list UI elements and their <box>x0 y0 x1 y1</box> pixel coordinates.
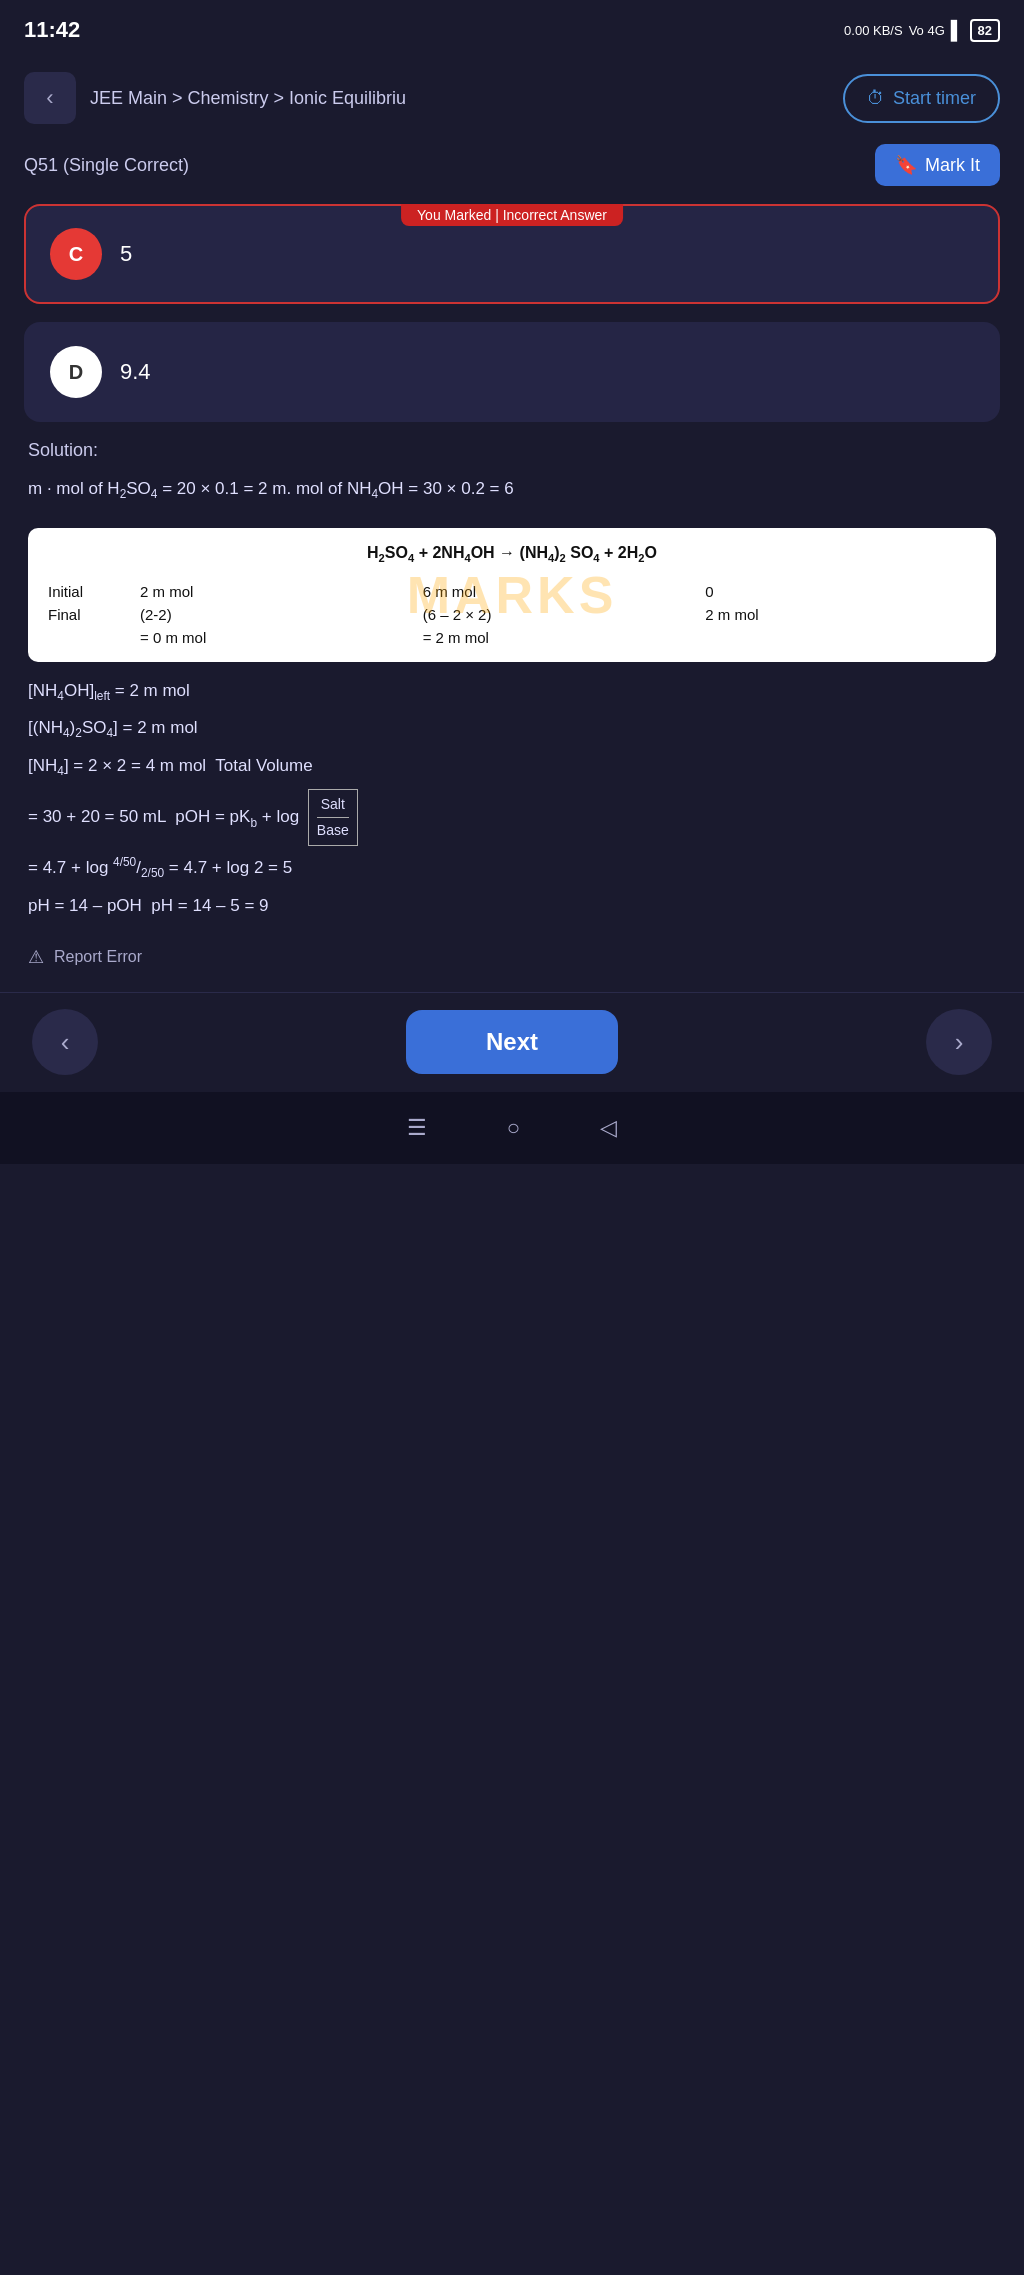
report-error-button[interactable]: ⚠ Report Error <box>28 946 996 992</box>
solution-line-6: pH = 14 – pOH pH = 14 – 5 = 9 <box>28 891 996 922</box>
solution-line-5: = 4.7 + log 4/50/2/50 = 4.7 + log 2 = 5 <box>28 852 996 884</box>
bookmark-icon: 🔖 <box>895 154 917 176</box>
header-row: ‹ JEE Main > Chemistry > Ionic Equilibri… <box>24 72 1000 124</box>
back-button[interactable]: ‹ <box>24 72 76 124</box>
option-c-badge: C <box>50 228 102 280</box>
grid-result-col1: = 0 m mol <box>140 629 411 646</box>
forward-icon: › <box>955 1027 964 1058</box>
solution-intro-text: m · mol of H2SO4 = 20 × 0.1 = 2 m. mol o… <box>28 475 996 504</box>
grid-final-col1: (2-2) <box>140 606 411 623</box>
status-bar: 11:42 0.00 KB/S Vo 4G ▌ 82 <box>0 0 1024 56</box>
grid-final-col3: 2 m mol <box>705 606 976 623</box>
solution-line-3: [NH4] = 2 × 2 = 4 m mol Total Volume <box>28 751 996 783</box>
mark-it-label: Mark It <box>925 155 980 176</box>
warning-icon: ⚠ <box>28 946 44 968</box>
solution-line-4: = 30 + 20 = 50 mL pOH = pKb + log Salt B… <box>28 789 996 846</box>
grid-result-col3 <box>705 629 976 646</box>
timer-icon: ⏱ <box>867 88 885 109</box>
prev-button[interactable]: ‹ <box>32 1009 98 1075</box>
network-indicator: 0.00 KB/S <box>844 23 903 38</box>
fraction-numerator: Salt <box>321 792 345 817</box>
option-d-value: 9.4 <box>120 359 151 385</box>
wifi-icon: ▌ <box>951 20 964 41</box>
grid-initial-col2: 6 m mol <box>423 583 694 600</box>
grid-initial-label: Initial <box>48 583 128 600</box>
grid-initial-col1: 2 m mol <box>140 583 411 600</box>
grid-final-col2: (6 – 2 × 2) <box>423 606 694 623</box>
grid-final-label: Final <box>48 606 128 623</box>
fraction-denominator: Base <box>317 818 349 843</box>
start-timer-label: Start timer <box>893 88 976 109</box>
forward-button[interactable]: › <box>926 1009 992 1075</box>
chem-grid: Initial 2 m mol 6 m mol 0 Final (2-2) (6… <box>48 577 976 646</box>
system-bar: ☰ ○ ◁ <box>0 1092 1024 1164</box>
option-d-badge: D <box>50 346 102 398</box>
breadcrumb: JEE Main > Chemistry > Ionic Equilibriu <box>90 88 843 109</box>
reaction-equation: H2SO4 + 2NH4OH → (NH4)2 SO4 + 2H2O <box>48 544 976 564</box>
signal-indicator: Vo 4G <box>909 23 945 38</box>
home-icon: ○ <box>507 1115 520 1141</box>
grid-initial-col3: 0 <box>705 583 976 600</box>
battery-badge: 82 <box>970 19 1000 42</box>
menu-icon: ☰ <box>407 1115 427 1141</box>
next-button[interactable]: Next <box>406 1010 618 1074</box>
mark-it-button[interactable]: 🔖 Mark It <box>875 144 1000 186</box>
status-time: 11:42 <box>24 17 80 43</box>
solution-label: Solution: <box>28 440 996 461</box>
solution-line-1: [NH4OH]left = 2 m mol <box>28 676 996 708</box>
chem-table: H2SO4 + 2NH4OH → (NH4)2 SO4 + 2H2O Initi… <box>28 528 996 661</box>
grid-result-col2: = 2 m mol <box>423 629 694 646</box>
bottom-nav: ‹ Next › <box>0 992 1024 1092</box>
option-d-card[interactable]: D 9.4 <box>24 322 1000 422</box>
prev-icon: ‹ <box>61 1027 70 1058</box>
system-back-icon: ◁ <box>600 1115 617 1141</box>
question-label-row: Q51 (Single Correct) 🔖 Mark It <box>24 144 1000 186</box>
option-c-card[interactable]: You Marked | Incorrect Answer C 5 <box>24 204 1000 304</box>
solution-line-2: [(NH4)2SO4] = 2 m mol <box>28 713 996 745</box>
grid-result-label <box>48 629 128 646</box>
you-marked-banner: You Marked | Incorrect Answer <box>401 204 623 226</box>
question-label: Q51 (Single Correct) <box>24 155 189 176</box>
main-content: ‹ JEE Main > Chemistry > Ionic Equilibri… <box>0 72 1024 992</box>
report-error-label: Report Error <box>54 948 142 966</box>
option-c-value: 5 <box>120 241 132 267</box>
back-icon: ‹ <box>46 85 53 111</box>
chem-table-wrapper: H2SO4 + 2NH4OH → (NH4)2 SO4 + 2H2O Initi… <box>28 514 996 675</box>
solution-section: Solution: m · mol of H2SO4 = 20 × 0.1 = … <box>24 440 1000 992</box>
option-d-label: D <box>69 361 83 384</box>
start-timer-button[interactable]: ⏱ Start timer <box>843 74 1000 123</box>
status-icons: 0.00 KB/S Vo 4G ▌ 82 <box>844 19 1000 42</box>
next-label: Next <box>486 1028 538 1055</box>
option-c-label: C <box>69 243 83 266</box>
